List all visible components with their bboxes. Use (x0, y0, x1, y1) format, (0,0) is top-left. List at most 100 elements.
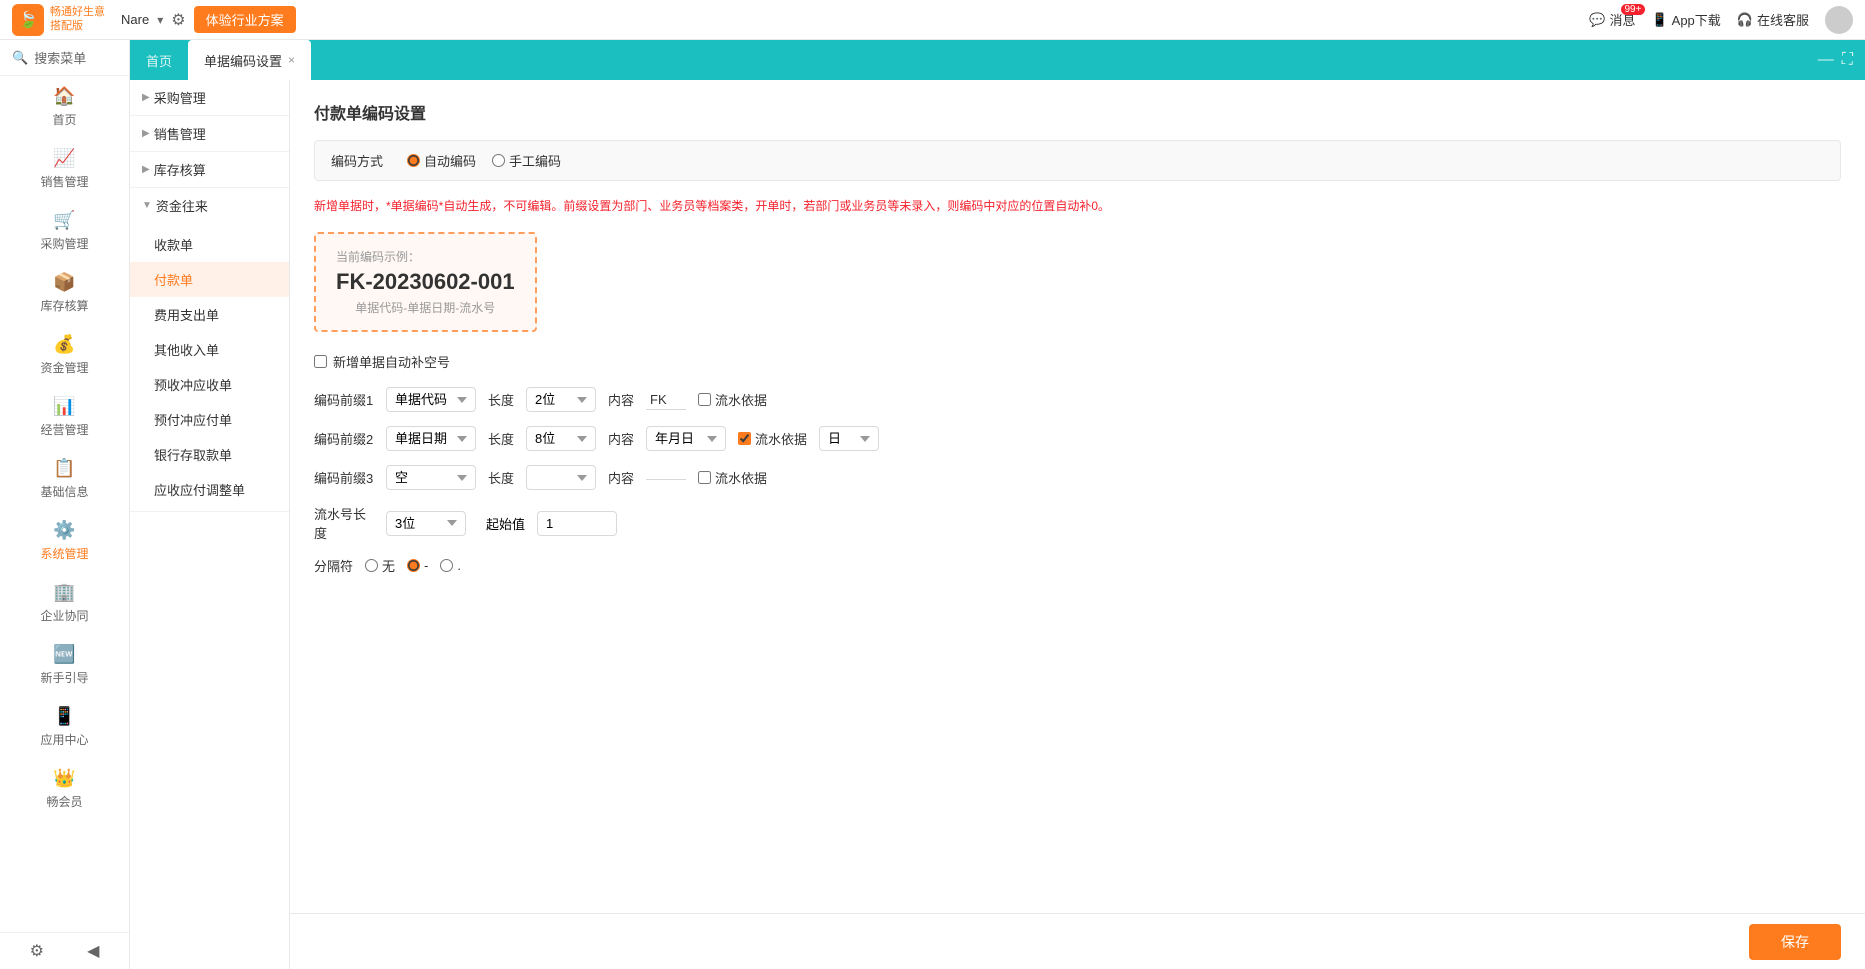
encoding-method-section: 编码方式 自动编码 手工编码 (314, 140, 1841, 181)
company-dropdown-btn[interactable]: ▾ (157, 13, 163, 27)
tab-current[interactable]: 单据编码设置 × (188, 40, 311, 80)
prefix3-length-select[interactable] (526, 465, 596, 490)
sub-menu-item-bank-deposit[interactable]: 银行存取款单 (130, 437, 289, 472)
chevron-right-icon: ▶ (142, 92, 150, 103)
online-service-btn[interactable]: 🎧 在线客服 (1737, 10, 1809, 29)
sidebar-settings-btn[interactable]: ⚙ (30, 941, 44, 961)
serial-label: 流水号长度 (314, 504, 374, 542)
prefix3-select[interactable]: 单据代码 单据日期 部门 业务员 空 (386, 465, 476, 490)
serial-length-select[interactable]: 2位 3位 4位 5位 (386, 511, 466, 536)
trial-btn[interactable]: 体验行业方案 (194, 6, 296, 33)
inner-layout: ▶ 采购管理 ▶ 销售管理 ▶ 库存核算 (130, 80, 1865, 969)
sidebar-item-basic[interactable]: 📋 基础信息 (0, 448, 129, 510)
user-avatar[interactable] (1825, 6, 1853, 34)
prefix1-row: 编码前缀1 单据代码 单据日期 部门 业务员 空 长度 2位 3位 4位 (314, 387, 1841, 412)
prefix1-select[interactable]: 单据代码 单据日期 部门 业务员 空 (386, 387, 476, 412)
app-download-btn[interactable]: 📱 App下载 (1651, 10, 1720, 29)
chevron-down-icon: ▼ (142, 200, 152, 211)
sidebar-item-system[interactable]: ⚙️ 系统管理 (0, 510, 129, 572)
main-layout: 🔍 搜索菜单 🏠 首页 📈 销售管理 🛒 采购管理 📦 库存核算 💰 资金管理 … (0, 40, 1865, 969)
start-value-input[interactable] (537, 511, 617, 536)
prefix2-length-select[interactable]: 4位 6位 8位 (526, 426, 596, 451)
sidebar: 🔍 搜索菜单 🏠 首页 📈 销售管理 🛒 采购管理 📦 库存核算 💰 资金管理 … (0, 40, 130, 969)
message-icon: 💬 (1589, 12, 1605, 28)
sub-menu-item-expense[interactable]: 费用支出单 (130, 297, 289, 332)
apps-icon: 📱 (53, 706, 75, 727)
guide-icon: 🆕 (53, 644, 75, 665)
prefix2-select[interactable]: 单据代码 单据日期 部门 业务员 空 (386, 426, 476, 451)
prefix1-label: 编码前缀1 (314, 390, 374, 409)
message-btn[interactable]: 💬 消息 99+ (1589, 10, 1635, 29)
page-title: 付款单编码设置 (314, 100, 1841, 124)
tab-minimize-btn[interactable]: — (1818, 51, 1834, 69)
sidebar-item-member[interactable]: 👑 畅会员 (0, 758, 129, 820)
logo-icon: 🍃 (12, 4, 44, 36)
search-menu-btn[interactable]: 🔍 搜索菜单 (0, 40, 129, 76)
sep-none-radio[interactable]: 无 (365, 556, 395, 575)
company-name: Nare (121, 12, 149, 27)
start-label: 起始值 (486, 514, 525, 533)
system-icon: ⚙️ (53, 520, 75, 541)
sub-menu-item-advance-payable[interactable]: 预付冲应付单 (130, 402, 289, 437)
prefix1-stream-check[interactable]: 流水依据 (698, 390, 767, 409)
menu-group-purchase-title[interactable]: ▶ 采购管理 (130, 80, 289, 115)
sidebar-item-apps[interactable]: 📱 应用中心 (0, 696, 129, 758)
app-icon: 📱 (1651, 12, 1667, 28)
sidebar-item-finance[interactable]: 💰 资金管理 (0, 324, 129, 386)
top-bar-right: 💬 消息 99+ 📱 App下载 🎧 在线客服 (1589, 6, 1853, 34)
chevron-right-icon2: ▶ (142, 128, 150, 139)
prefix3-content-value (646, 475, 686, 480)
sidebar-item-guide[interactable]: 🆕 新手引导 (0, 634, 129, 696)
sub-menu-item-ap-adjust[interactable]: 应收应付调整单 (130, 472, 289, 507)
inventory-icon: 📦 (53, 272, 75, 293)
enterprise-icon: 🏢 (53, 582, 75, 603)
prefix1-length-select[interactable]: 2位 3位 4位 (526, 387, 596, 412)
prefix2-stream-check[interactable]: 流水依据 (738, 429, 807, 448)
sidebar-item-operation[interactable]: 📊 经营管理 (0, 386, 129, 448)
prefix1-content-value: FK (646, 390, 686, 410)
purchase-icon: 🛒 (53, 210, 75, 231)
prefix2-stream-select[interactable]: 日 月 年 (819, 426, 879, 451)
manual-encoding-radio[interactable]: 手工编码 (492, 151, 561, 170)
sub-menu-item-other-income[interactable]: 其他收入单 (130, 332, 289, 367)
bottom-bar: 保存 (290, 913, 1865, 969)
sub-menu-item-receipt[interactable]: 收款单 (130, 227, 289, 262)
tab-actions: — ⛶ (1806, 51, 1865, 69)
sub-menu-item-advance-receivable[interactable]: 预收冲应收单 (130, 367, 289, 402)
sidebar-item-home[interactable]: 🏠 首页 (0, 76, 129, 138)
prefix3-stream-check[interactable]: 流水依据 (698, 468, 767, 487)
info-text: 新增单据时，*单据编码*自动生成，不可编辑。前缀设置为部门、业务员等档案类，开单… (314, 197, 1841, 216)
sub-menu-item-payment[interactable]: 付款单 (130, 262, 289, 297)
settings-btn[interactable]: ⚙ (171, 10, 185, 30)
prefix2-content-select[interactable]: 年月日 年月 年 (646, 426, 726, 451)
sidebar-item-sales[interactable]: 📈 销售管理 (0, 138, 129, 200)
save-button[interactable]: 保存 (1749, 924, 1841, 960)
menu-group-capital-title[interactable]: ▼ 资金往来 (130, 188, 289, 223)
prefix3-length-label: 长度 (488, 468, 514, 487)
sidebar-item-purchase[interactable]: 🛒 采购管理 (0, 200, 129, 262)
sub-menu: ▶ 采购管理 ▶ 销售管理 ▶ 库存核算 (130, 80, 290, 969)
tab-close-btn[interactable]: × (288, 53, 295, 67)
top-bar: 🍃 畅通好生意 搭配版 Nare ▾ ⚙ 体验行业方案 💬 消息 99+ 📱 A… (0, 0, 1865, 40)
capital-sub-menu: 收款单 付款单 费用支出单 其他收入单 预收冲应收单 (130, 223, 289, 511)
page-content: 付款单编码设置 编码方式 自动编码 手工编码 (290, 80, 1865, 913)
logo: 🍃 畅通好生意 搭配版 (12, 4, 105, 36)
sep-dot-radio[interactable]: . (440, 558, 461, 573)
sidebar-item-inventory[interactable]: 📦 库存核算 (0, 262, 129, 324)
tab-home[interactable]: 首页 (130, 40, 188, 80)
home-icon: 🏠 (53, 86, 75, 107)
page-wrapper: 付款单编码设置 编码方式 自动编码 手工编码 (290, 80, 1865, 969)
tab-maximize-btn[interactable]: ⛶ (1842, 51, 1853, 69)
menu-group-sales: ▶ 销售管理 (130, 116, 289, 152)
auto-fill-checkbox[interactable] (314, 355, 327, 368)
prefix2-row: 编码前缀2 单据代码 单据日期 部门 业务员 空 长度 4位 6位 8位 (314, 426, 1841, 451)
sidebar-collapse-btn[interactable]: ◀ (87, 941, 99, 961)
menu-group-inventory: ▶ 库存核算 (130, 152, 289, 188)
auto-encoding-radio[interactable]: 自动编码 (407, 151, 476, 170)
menu-group-sales-title[interactable]: ▶ 销售管理 (130, 116, 289, 151)
sidebar-item-enterprise[interactable]: 🏢 企业协同 (0, 572, 129, 634)
serial-row: 流水号长度 2位 3位 4位 5位 起始值 (314, 504, 1841, 542)
service-icon: 🎧 (1737, 12, 1753, 28)
menu-group-inventory-title[interactable]: ▶ 库存核算 (130, 152, 289, 187)
sep-hyphen-radio[interactable]: - (407, 558, 428, 573)
